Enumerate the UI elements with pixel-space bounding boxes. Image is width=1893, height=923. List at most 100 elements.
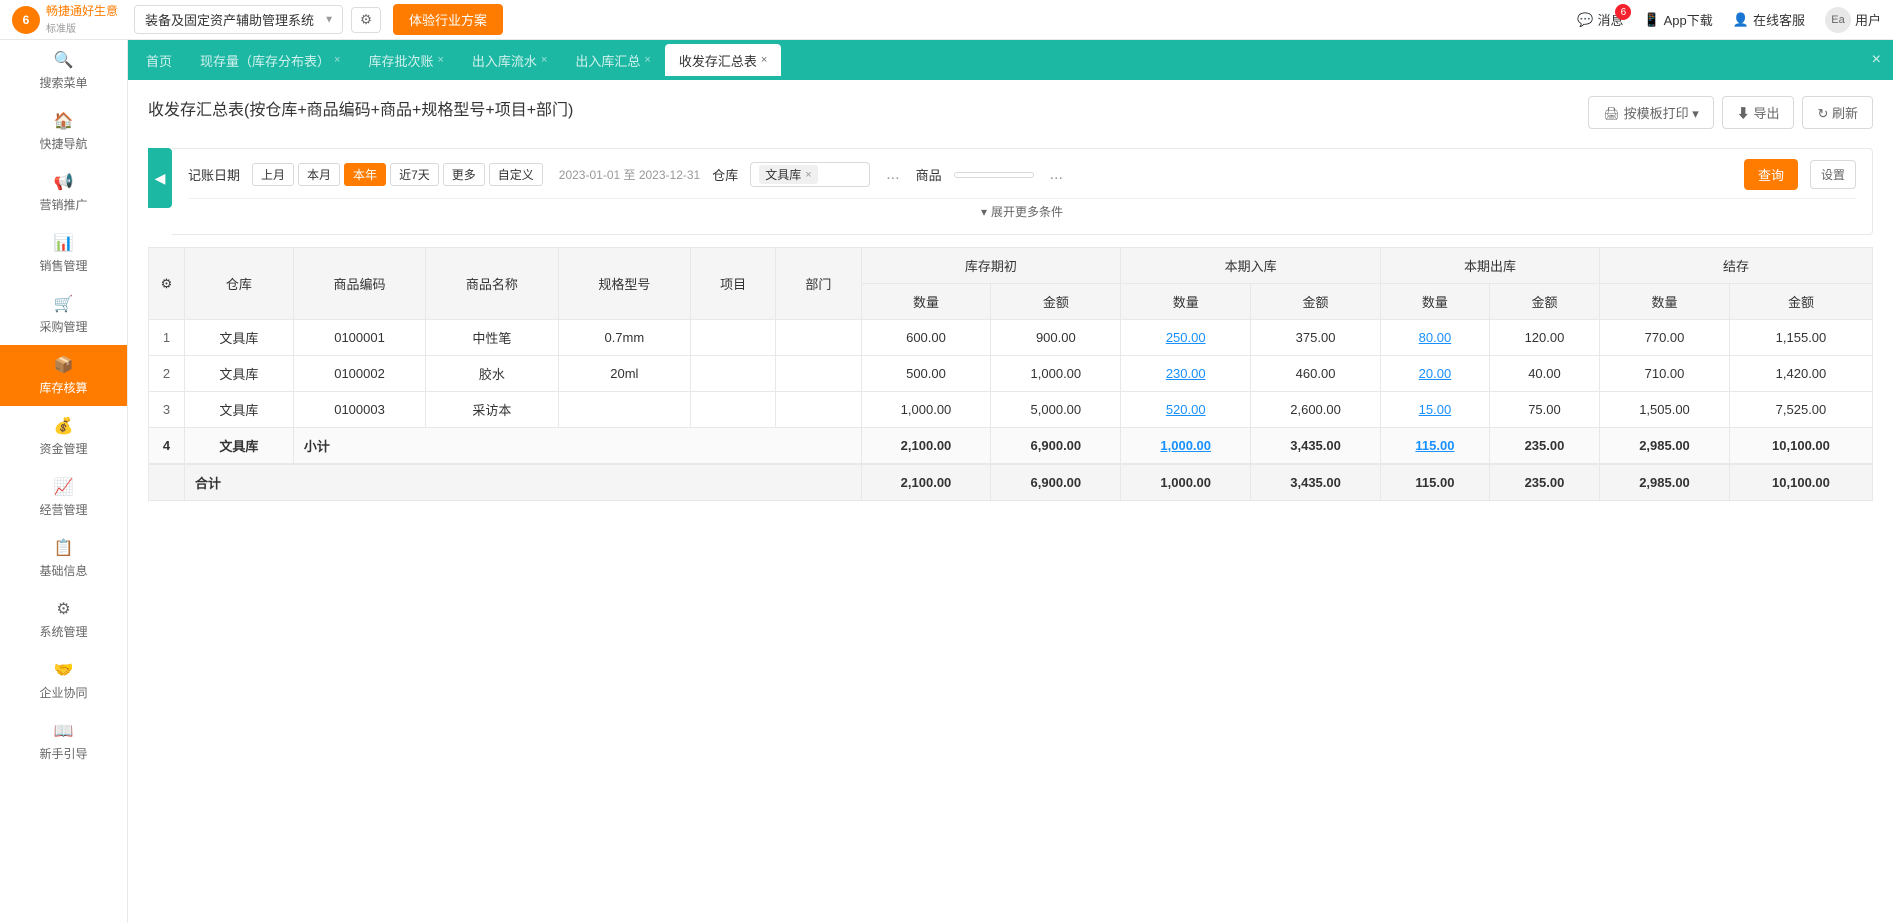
sidebar-item-quick-nav[interactable]: 🏠 快捷导航 (0, 101, 127, 162)
sidebar: 🔍 搜索菜单 🏠 快捷导航 📢 营销推广 📊 销售管理 🛒 采购管理 📦 (0, 40, 128, 923)
logo-icon: 6 (12, 6, 40, 34)
row-num: 2 (149, 356, 185, 392)
tab-close-batch[interactable]: × (437, 54, 443, 66)
export-icon: ⬇ (1737, 106, 1750, 121)
tab-close-inout-summary[interactable]: × (644, 54, 650, 66)
row-out-qty[interactable]: 20.00 (1380, 356, 1489, 392)
th-opening-group: 库存期初 (861, 248, 1121, 284)
date-btn-more[interactable]: 更多 (443, 163, 485, 186)
sidebar-item-sales[interactable]: 📊 销售管理 (0, 223, 127, 284)
th-code: 商品编码 (293, 248, 425, 320)
row-num: 1 (149, 320, 185, 356)
system-title-dropdown-icon: ▼ (324, 14, 334, 25)
warehouse-label: 仓库 (712, 165, 738, 184)
page-title: 收发存汇总表(按仓库+商品编码+商品+规格型号+项目+部门) (148, 96, 573, 120)
tab-bar: 首页 现存量（库存分布表） × 库存批次账 × 出入库流水 × 出入库汇总 × (128, 40, 1893, 80)
row-in-amt: 2,600.00 (1251, 392, 1381, 428)
footer-in-qty: 1,000.00 (1121, 464, 1251, 501)
table-row: 2 文具库 0100002 胶水 20ml 500.00 1,000.00 23… (149, 356, 1873, 392)
table-settings-header[interactable]: ⚙ (149, 248, 185, 320)
sidebar-item-system[interactable]: ⚙ 系统管理 (0, 589, 127, 650)
subtotal-in-qty[interactable]: 1,000.00 (1121, 428, 1251, 465)
row-out-qty[interactable]: 15.00 (1380, 392, 1489, 428)
user-item[interactable]: Ea 用户 (1825, 7, 1881, 33)
filter-container: ◀ 记账日期 上月 本月 本年 近7天 更多 自定义 (148, 148, 1873, 235)
th-period-in-group: 本期入库 (1121, 248, 1381, 284)
row-in-qty[interactable]: 230.00 (1121, 356, 1251, 392)
system-title[interactable]: 装备及固定资产辅助管理系统 ▼ (134, 5, 343, 34)
date-btn-last-month[interactable]: 上月 (252, 163, 294, 186)
print-button[interactable]: 🖨 按模板打印 ▾ (1588, 96, 1713, 129)
goods-input[interactable] (954, 172, 1034, 178)
export-button[interactable]: ⬇ 导出 (1722, 96, 1795, 129)
sidebar-item-cooperation[interactable]: 🤝 企业协同 (0, 650, 127, 711)
row-out-qty[interactable]: 80.00 (1380, 320, 1489, 356)
basic-info-icon: 📋 (54, 538, 74, 558)
logo-text: 畅捷通好生意 (46, 4, 118, 20)
date-btn-this-year[interactable]: 本年 (344, 163, 386, 186)
logo-badge: 标准版 (46, 20, 118, 35)
sidebar-item-search[interactable]: 🔍 搜索菜单 (0, 40, 127, 101)
service-icon: 👤 (1733, 12, 1749, 28)
goods-more[interactable]: ... (1046, 166, 1067, 184)
filter-section: 记账日期 上月 本月 本年 近7天 更多 自定义 2023-01-01 至 20… (172, 148, 1873, 235)
subtotal-balance-amt: 10,100.00 (1729, 428, 1872, 465)
sidebar-item-basic-info[interactable]: 📋 基础信息 (0, 528, 127, 589)
warehouse-more[interactable]: ... (882, 166, 903, 184)
tab-close-inout-flow[interactable]: × (541, 54, 547, 66)
tab-close-recv-send-summary[interactable]: × (761, 54, 767, 66)
warehouse-tag-close[interactable]: × (805, 169, 811, 181)
sidebar-item-finance[interactable]: 💰 资金管理 (0, 406, 127, 467)
th-spec: 规格型号 (558, 248, 690, 320)
row-in-qty[interactable]: 520.00 (1121, 392, 1251, 428)
date-btn-this-month[interactable]: 本月 (298, 163, 340, 186)
experience-button[interactable]: 体验行业方案 (393, 4, 503, 35)
message-item[interactable]: 💬 消息 6 (1577, 10, 1623, 29)
sidebar-item-guide[interactable]: 📖 新手引导 (0, 711, 127, 772)
inventory-icon: 📦 (54, 355, 74, 375)
th-balance-qty: 数量 (1600, 284, 1730, 320)
sidebar-item-inventory[interactable]: 📦 库存核算 (0, 345, 127, 406)
refresh-button[interactable]: ↻ 刷新 (1802, 96, 1873, 129)
warehouse-tag: 文具库 × (759, 165, 817, 184)
gear-button[interactable]: ⚙ (351, 7, 381, 33)
refresh-icon: ↻ (1817, 106, 1828, 121)
row-project (691, 320, 776, 356)
tab-recv-send-summary[interactable]: 收发存汇总表 × (665, 44, 781, 76)
row-warehouse: 文具库 (185, 392, 294, 428)
app-download-item[interactable]: 📱 App下载 (1643, 10, 1712, 29)
tab-inout-summary[interactable]: 出入库汇总 × (561, 44, 664, 76)
th-out-qty: 数量 (1380, 284, 1489, 320)
goods-label: 商品 (916, 165, 942, 184)
row-spec: 20ml (558, 356, 690, 392)
sidebar-item-purchase[interactable]: 🛒 采购管理 (0, 284, 127, 345)
tab-inout-flow[interactable]: 出入库流水 × (458, 44, 561, 76)
sidebar-item-marketing[interactable]: 📢 营销推广 (0, 162, 127, 223)
row-opening-qty: 600.00 (861, 320, 991, 356)
subtotal-opening-amt: 6,900.00 (991, 428, 1121, 465)
row-department (776, 392, 861, 428)
query-button[interactable]: 查询 (1744, 159, 1798, 190)
top-header: 6 畅捷通好生意 标准版 装备及固定资产辅助管理系统 ▼ ⚙ 体验行业方案 💬 … (0, 0, 1893, 40)
row-name: 中性笔 (426, 320, 558, 356)
th-project: 项目 (691, 248, 776, 320)
purchase-icon: 🛒 (54, 294, 74, 314)
tab-home[interactable]: 首页 (132, 44, 186, 76)
collapse-button[interactable]: ◀ (148, 148, 172, 208)
tab-close-inventory-dist[interactable]: × (334, 54, 340, 66)
subtotal-out-qty[interactable]: 115.00 (1380, 428, 1489, 465)
warehouse-input[interactable]: 文具库 × (750, 162, 870, 187)
tab-bar-close[interactable]: × (1864, 51, 1889, 69)
row-in-qty[interactable]: 250.00 (1121, 320, 1251, 356)
tab-inventory-dist[interactable]: 现存量（库存分布表） × (186, 44, 354, 76)
row-spec (558, 392, 690, 428)
row-warehouse: 文具库 (185, 356, 294, 392)
date-btn-custom[interactable]: 自定义 (489, 163, 543, 186)
row-opening-amt: 900.00 (991, 320, 1121, 356)
online-service-item[interactable]: 👤 在线客服 (1733, 10, 1805, 29)
settings-button[interactable]: 设置 (1810, 160, 1856, 189)
tab-batch[interactable]: 库存批次账 × (354, 44, 457, 76)
date-btn-7days[interactable]: 近7天 (390, 163, 439, 186)
expand-conditions[interactable]: ▾ 展开更多条件 (188, 198, 1856, 224)
sidebar-item-operations[interactable]: 📈 经营管理 (0, 467, 127, 528)
